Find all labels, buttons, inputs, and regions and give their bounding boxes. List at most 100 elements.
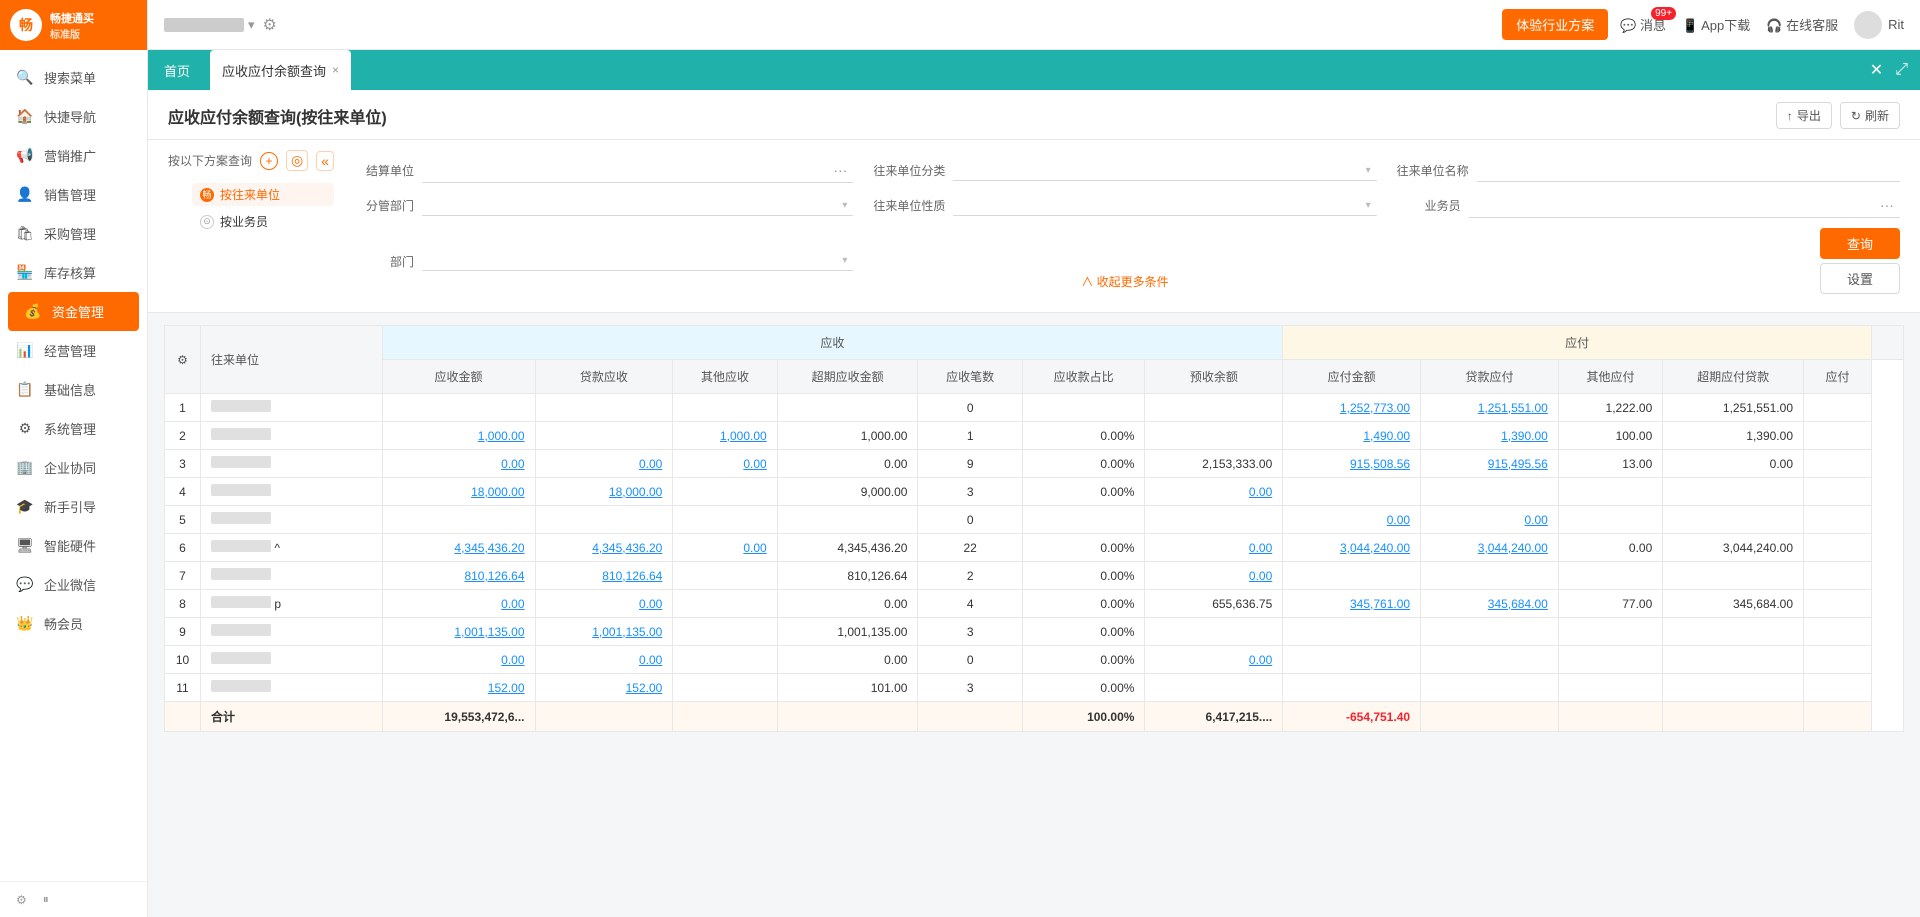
daikuan-yingshou-cell[interactable]: 810,126.64 xyxy=(535,562,673,590)
yushou-cell[interactable]: 0.00 xyxy=(1145,562,1283,590)
service-button[interactable]: 🎧 在线客服 xyxy=(1766,15,1838,34)
daikuan-yingshou-cell[interactable]: 0.00 xyxy=(535,646,673,674)
row-num: 6 xyxy=(165,534,201,562)
export-button[interactable]: ↑ 导出 xyxy=(1776,102,1832,129)
tab-close-icon[interactable]: × xyxy=(332,63,339,77)
scheme-item-customer[interactable]: 畅 按往来单位 xyxy=(192,183,334,206)
table-row: 2 1,000.00 1,000.00 1,000.00 1 0.00% 1,4… xyxy=(165,422,1904,450)
wanglai-cell xyxy=(201,450,383,478)
yingshou-jine-cell[interactable]: 0.00 xyxy=(382,590,535,618)
yingshou-jine-cell[interactable]: 1,000.00 xyxy=(382,422,535,450)
filter-collapse-icon[interactable]: « xyxy=(316,151,334,171)
yingshou-jine-cell[interactable]: 0.00 xyxy=(382,646,535,674)
daikuan-yingfu-cell[interactable]: 3,044,240.00 xyxy=(1421,534,1559,562)
footer-yushou: 6,417,215.... xyxy=(1145,702,1283,732)
collapse-button[interactable]: ∧ 收起更多条件 xyxy=(1081,269,1168,294)
window-expand-icon[interactable]: ⤢ xyxy=(1895,61,1908,79)
sidebar-item-system[interactable]: ⚙ 系统管理 xyxy=(0,409,147,448)
row-num: 4 xyxy=(165,478,201,506)
daikuan-yingshou-cell[interactable]: 152.00 xyxy=(535,674,673,702)
wanglai-mingcheng-input[interactable] xyxy=(1477,159,1900,182)
yingshou-jine-cell[interactable]: 152.00 xyxy=(382,674,535,702)
yingfu-jine-cell[interactable]: 915,508.56 xyxy=(1283,450,1421,478)
sidebar-item-enterprise[interactable]: 🏢 企业协同 xyxy=(0,448,147,487)
yingfu-jine-cell[interactable]: 0.00 xyxy=(1283,506,1421,534)
filter-collapse-row: ∧ 收起更多条件 xyxy=(873,228,1376,294)
daikuan-yingfu-cell[interactable]: 1,390.00 xyxy=(1421,422,1559,450)
sidebar-settings-icon[interactable]: ⚙ xyxy=(16,893,27,907)
footer-qita xyxy=(673,702,777,732)
sidebar-item-purchase[interactable]: 🛍 采购管理 xyxy=(0,214,147,253)
sidebar-item-quick-nav[interactable]: 🏠 快捷导航 xyxy=(0,97,147,136)
promo-button[interactable]: 体验行业方案 xyxy=(1502,9,1608,40)
yingshou-jine-cell xyxy=(382,506,535,534)
qita-yingshou-cell[interactable]: 1,000.00 xyxy=(673,422,777,450)
daikuan-yingshou-cell[interactable]: 0.00 xyxy=(535,590,673,618)
yingfu-jine-cell[interactable]: 3,044,240.00 xyxy=(1283,534,1421,562)
company-selector[interactable]: ▾ xyxy=(164,17,255,33)
qita-yingshou-cell[interactable]: 0.00 xyxy=(673,534,777,562)
daikuan-yingshou-cell[interactable]: 1,001,135.00 xyxy=(535,618,673,646)
settings-button[interactable]: 设置 xyxy=(1820,263,1900,294)
scheme-item-salesperson[interactable]: ⊙ 按业务员 xyxy=(192,210,334,233)
tab-home[interactable]: 首页 xyxy=(148,50,206,90)
jiesuan-danwei-input[interactable]: ··· xyxy=(422,158,853,183)
sidebar-item-operations[interactable]: 📊 经营管理 xyxy=(0,331,147,370)
yewuyuan-dots-icon[interactable]: ··· xyxy=(1880,197,1894,213)
home-icon: 🏠 xyxy=(16,108,34,125)
sidebar-item-basic-info[interactable]: 📋 基础信息 xyxy=(0,370,147,409)
sidebar-item-wechat[interactable]: 💬 企业微信 xyxy=(0,565,147,604)
fenguan-bumen-input[interactable]: ▾ xyxy=(422,196,853,216)
bumen-input[interactable]: ▾ xyxy=(422,251,853,271)
daikuan-yingfu-cell[interactable]: 345,684.00 xyxy=(1421,590,1559,618)
app-download-button[interactable]: 📱 App下载 xyxy=(1682,15,1750,34)
yewuyuan-input[interactable]: ··· xyxy=(1469,193,1900,218)
query-button[interactable]: 查询 xyxy=(1820,228,1900,259)
sidebar-item-hardware[interactable]: 🖥 智能硬件 xyxy=(0,526,147,565)
yingfu-jine-cell[interactable]: 345,761.00 xyxy=(1283,590,1421,618)
yushou-cell[interactable]: 0.00 xyxy=(1145,646,1283,674)
warehouse-icon: 🏪 xyxy=(16,264,34,281)
yingshou-jine-cell[interactable]: 810,126.64 xyxy=(382,562,535,590)
sidebar-item-search[interactable]: 🔍 搜索菜单 xyxy=(0,58,147,97)
table-settings-icon[interactable]: ⚙ xyxy=(177,353,188,367)
daikuan-yingfu-cell[interactable]: 915,495.56 xyxy=(1421,450,1559,478)
sidebar-item-guide[interactable]: 🎓 新手引导 xyxy=(0,487,147,526)
daikuan-yingshou-cell[interactable]: 4,345,436.20 xyxy=(535,534,673,562)
sidebar-item-finance[interactable]: 💰 资金管理 xyxy=(8,292,139,331)
tab-active[interactable]: 应收应付余额查询 × xyxy=(210,50,351,90)
filter-target-icon[interactable]: ◎ xyxy=(286,150,308,171)
filter-add-button[interactable]: + xyxy=(260,152,278,170)
yingshou-jine-cell[interactable]: 18,000.00 xyxy=(382,478,535,506)
sidebar-item-inventory[interactable]: 🏪 库存核算 xyxy=(0,253,147,292)
filter-field-yewuyuan: 业务员 ··· xyxy=(1397,193,1900,218)
yingfu-jine-cell[interactable]: 1,252,773.00 xyxy=(1283,394,1421,422)
yingshou-jine-cell[interactable]: 4,345,436.20 xyxy=(382,534,535,562)
daikuan-yingshou-cell[interactable]: 0.00 xyxy=(535,450,673,478)
daikuan-yingfu-cell[interactable]: 0.00 xyxy=(1421,506,1559,534)
sidebar-collapse-icon[interactable]: ⏸ xyxy=(43,892,49,907)
yingfu-jine-cell[interactable]: 1,490.00 xyxy=(1283,422,1421,450)
qita-yingshou-cell xyxy=(673,562,777,590)
refresh-button[interactable]: ↻ 刷新 xyxy=(1840,102,1900,129)
settings-col-header[interactable]: ⚙ xyxy=(165,326,201,394)
wanglai-fenlei-input[interactable]: ▾ xyxy=(953,161,1376,181)
user-menu[interactable]: Rit xyxy=(1854,11,1904,39)
window-close-icon[interactable]: ✕ xyxy=(1870,60,1883,80)
message-button[interactable]: 💬 消息 99+ xyxy=(1620,15,1666,34)
yushou-cell[interactable]: 0.00 xyxy=(1145,534,1283,562)
yushou-cell[interactable]: 0.00 xyxy=(1145,478,1283,506)
extra-cell xyxy=(1804,506,1872,534)
sidebar-item-sales[interactable]: 👤 销售管理 xyxy=(0,175,147,214)
qita-yingshou-cell[interactable]: 0.00 xyxy=(673,450,777,478)
daikuan-yingfu-cell[interactable]: 1,251,551.00 xyxy=(1421,394,1559,422)
wanglai-xingzhi-input[interactable]: ▾ xyxy=(953,196,1376,216)
sidebar-item-member[interactable]: 👑 畅会员 xyxy=(0,604,147,643)
header-gear-icon[interactable]: ⚙ xyxy=(263,15,277,35)
yingshou-jine-cell[interactable]: 1,001,135.00 xyxy=(382,618,535,646)
jiesuan-dots-icon[interactable]: ··· xyxy=(833,162,847,178)
daikuan-yingshou-cell xyxy=(535,394,673,422)
yingshou-jine-cell[interactable]: 0.00 xyxy=(382,450,535,478)
daikuan-yingshou-cell[interactable]: 18,000.00 xyxy=(535,478,673,506)
sidebar-item-marketing[interactable]: 📢 营销推广 xyxy=(0,136,147,175)
